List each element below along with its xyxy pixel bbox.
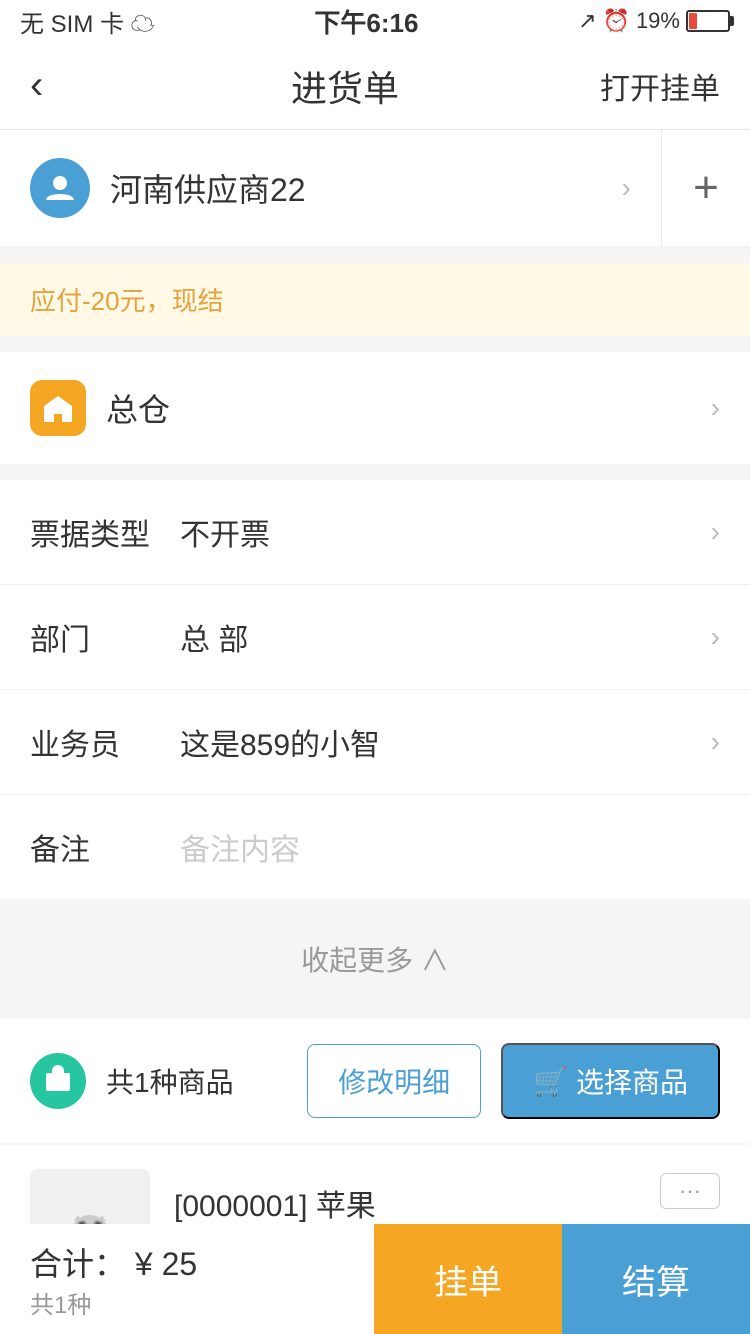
status-time: 下午6:16 (314, 3, 418, 40)
supplier-name: 河南供应商22 (110, 165, 622, 211)
back-button[interactable]: ‹ (30, 63, 90, 108)
main-content: 河南供应商22 › + 应付-20元，现结 总仓 › 票据类型 不开票 › 部门… (0, 130, 750, 1313)
select-product-button[interactable]: 🛒 选择商品 (501, 1043, 720, 1119)
invoice-type-row[interactable]: 票据类型 不开票 › (0, 480, 750, 585)
product-header: 共1种商品 修改明细 🛒 选择商品 (0, 1019, 750, 1143)
collapse-button[interactable]: 收起更多 ∧ (0, 915, 750, 1003)
warehouse-icon (30, 380, 86, 436)
salesperson-label: 业务员 (30, 720, 180, 764)
salesperson-row[interactable]: 业务员 这是859的小智 › (0, 690, 750, 795)
status-left: 无 SIM 卡 ☁ (20, 4, 155, 39)
page-title: 进货单 (291, 60, 399, 112)
invoice-type-value: 不开票 (180, 510, 711, 554)
chevron-right-icon: › (711, 392, 720, 424)
salesperson-value: 这是859的小智 (180, 720, 711, 764)
nav-bar: ‹ 进货单 打开挂单 (0, 42, 750, 130)
remark-label: 备注 (30, 825, 180, 869)
department-label: 部门 (30, 615, 180, 659)
total-section: 合计： ¥ 25 共1种 (0, 1224, 374, 1334)
cart-icon: 🛒 (533, 1065, 568, 1098)
product-count: 共1种商品 (106, 1061, 287, 1101)
form-section: 票据类型 不开票 › 部门 总 部 › 业务员 这是859的小智 › 备注 备注… (0, 480, 750, 899)
supplier-avatar (30, 158, 90, 218)
chevron-right-icon: › (711, 621, 720, 653)
suspend-button[interactable]: 挂单 (374, 1224, 562, 1334)
total-amount: 合计： ¥ 25 (30, 1239, 344, 1285)
product-title: 苹果 (316, 1190, 376, 1223)
bottom-bar: 合计： ¥ 25 共1种 挂单 结算 (0, 1224, 750, 1334)
warehouse-name: 总仓 (106, 385, 711, 431)
battery-icon (686, 10, 730, 32)
select-product-label: 选择商品 (576, 1061, 688, 1101)
status-bar: 无 SIM 卡 ☁ 下午6:16 ↗ ⏰ 19% (0, 0, 750, 42)
location-icon: ↗ (578, 8, 596, 34)
supplier-section: 河南供应商22 › + (0, 130, 750, 247)
battery-percent: 19% (636, 8, 680, 34)
checkout-button[interactable]: 结算 (562, 1224, 750, 1334)
sim-status: 无 SIM 卡 ☁ (20, 4, 155, 39)
remark-row[interactable]: 备注 备注内容 (0, 795, 750, 899)
warehouse-row[interactable]: 总仓 › (0, 352, 750, 464)
department-value: 总 部 (180, 615, 711, 659)
product-icon (30, 1053, 86, 1109)
supplier-row[interactable]: 河南供应商22 › (0, 130, 661, 247)
warning-bar: 应付-20元，现结 (0, 263, 750, 336)
status-right: ↗ ⏰ 19% (578, 8, 730, 34)
chevron-right-icon: › (711, 726, 720, 758)
alarm-icon: ⏰ (603, 8, 630, 34)
total-label: 合计： (30, 1246, 126, 1282)
more-button[interactable]: ··· (660, 1173, 720, 1209)
invoice-type-label: 票据类型 (30, 510, 180, 554)
chevron-right-icon: › (622, 172, 631, 204)
chevron-right-icon: › (711, 516, 720, 548)
add-supplier-button[interactable]: + (662, 130, 750, 247)
total-value: ¥ 25 (135, 1246, 197, 1282)
department-row[interactable]: 部门 总 部 › (0, 585, 750, 690)
remark-input[interactable]: 备注内容 (180, 825, 720, 869)
product-code: [0000001] (174, 1190, 307, 1223)
product-name: [0000001] 苹果 (174, 1181, 660, 1225)
open-suspend-button[interactable]: 打开挂单 (600, 64, 720, 108)
total-count: 共1种 (30, 1285, 344, 1320)
edit-detail-button[interactable]: 修改明细 (307, 1044, 481, 1118)
